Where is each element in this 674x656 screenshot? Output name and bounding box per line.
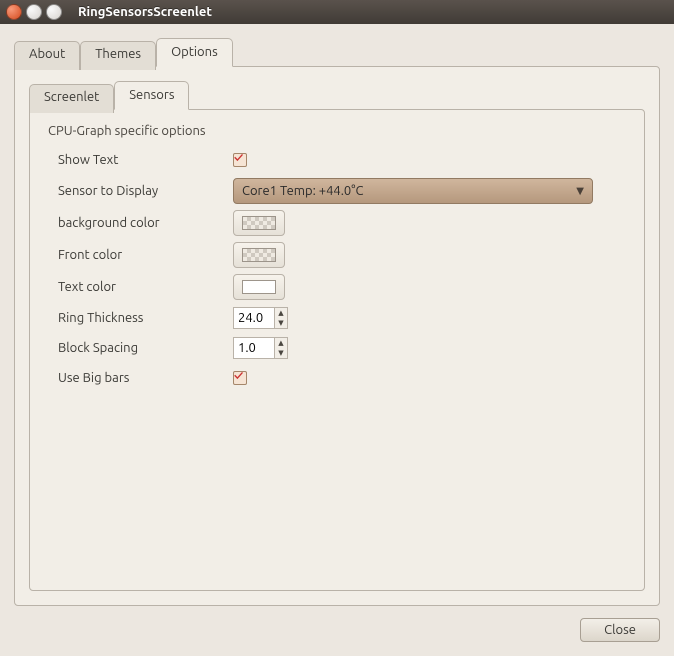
window-minimize-icon[interactable] bbox=[26, 4, 42, 20]
sensors-pane: CPU-Graph specific options Show Text Sen… bbox=[29, 109, 645, 591]
row-ring-thickness: Ring Thickness ▲ ▼ bbox=[48, 306, 626, 330]
swatch-text bbox=[242, 280, 276, 294]
label-block-spacing: Block Spacing bbox=[48, 341, 233, 355]
dialog-footer: Close bbox=[14, 606, 660, 642]
subtab-sensors[interactable]: Sensors bbox=[114, 81, 189, 110]
row-use-big-bars: Use Big bars bbox=[48, 366, 626, 390]
options-pane: Screenlet Sensors CPU-Graph specific opt… bbox=[14, 66, 660, 606]
checkbox-use-big-bars[interactable] bbox=[233, 371, 247, 385]
dropdown-sensor-value: Core1 Temp: +44.0°C bbox=[242, 184, 363, 198]
label-text-color: Text color bbox=[48, 280, 233, 294]
spinner-block-spacing: ▲ ▼ bbox=[233, 337, 288, 359]
label-background-color: background color bbox=[48, 216, 233, 230]
tab-options[interactable]: Options bbox=[156, 38, 233, 67]
spinner-buttons: ▲ ▼ bbox=[275, 337, 288, 359]
sub-tabs: Screenlet Sensors bbox=[29, 81, 645, 110]
chevron-down-icon: ▼ bbox=[576, 185, 584, 197]
spinner-ring-thickness: ▲ ▼ bbox=[233, 307, 288, 329]
row-background-color: background color bbox=[48, 210, 626, 236]
label-show-text: Show Text bbox=[48, 153, 233, 167]
row-text-color: Text color bbox=[48, 274, 626, 300]
input-ring-thickness[interactable] bbox=[233, 307, 275, 329]
row-front-color: Front color bbox=[48, 242, 626, 268]
input-block-spacing[interactable] bbox=[233, 337, 275, 359]
row-sensor-to-display: Sensor to Display Core1 Temp: +44.0°C ▼ bbox=[48, 178, 626, 204]
swatch-background bbox=[242, 216, 276, 230]
spin-up-icon[interactable]: ▲ bbox=[275, 308, 287, 318]
window-close-icon[interactable] bbox=[6, 4, 22, 20]
colorpicker-front[interactable] bbox=[233, 242, 285, 268]
main-tabs: About Themes Options bbox=[14, 38, 660, 67]
label-front-color: Front color bbox=[48, 248, 233, 262]
label-use-big-bars: Use Big bars bbox=[48, 371, 233, 385]
checkbox-show-text[interactable] bbox=[233, 153, 247, 167]
section-title: CPU-Graph specific options bbox=[48, 124, 626, 138]
spinner-buttons: ▲ ▼ bbox=[275, 307, 288, 329]
window-maximize-icon[interactable] bbox=[46, 4, 62, 20]
spin-up-icon[interactable]: ▲ bbox=[275, 338, 287, 348]
row-show-text: Show Text bbox=[48, 148, 626, 172]
tab-about[interactable]: About bbox=[14, 41, 80, 70]
close-button[interactable]: Close bbox=[580, 618, 660, 642]
tab-themes[interactable]: Themes bbox=[80, 41, 156, 70]
dropdown-sensor[interactable]: Core1 Temp: +44.0°C ▼ bbox=[233, 178, 593, 204]
spin-down-icon[interactable]: ▼ bbox=[275, 348, 287, 358]
colorpicker-text[interactable] bbox=[233, 274, 285, 300]
swatch-front bbox=[242, 248, 276, 262]
window-body: About Themes Options Screenlet Sensors C… bbox=[0, 24, 674, 656]
row-block-spacing: Block Spacing ▲ ▼ bbox=[48, 336, 626, 360]
window-title: RingSensorsScreenlet bbox=[78, 5, 212, 19]
label-sensor-to-display: Sensor to Display bbox=[48, 184, 233, 198]
colorpicker-background[interactable] bbox=[233, 210, 285, 236]
titlebar: RingSensorsScreenlet bbox=[0, 0, 674, 24]
spin-down-icon[interactable]: ▼ bbox=[275, 318, 287, 328]
label-ring-thickness: Ring Thickness bbox=[48, 311, 233, 325]
subtab-screenlet[interactable]: Screenlet bbox=[29, 84, 114, 113]
